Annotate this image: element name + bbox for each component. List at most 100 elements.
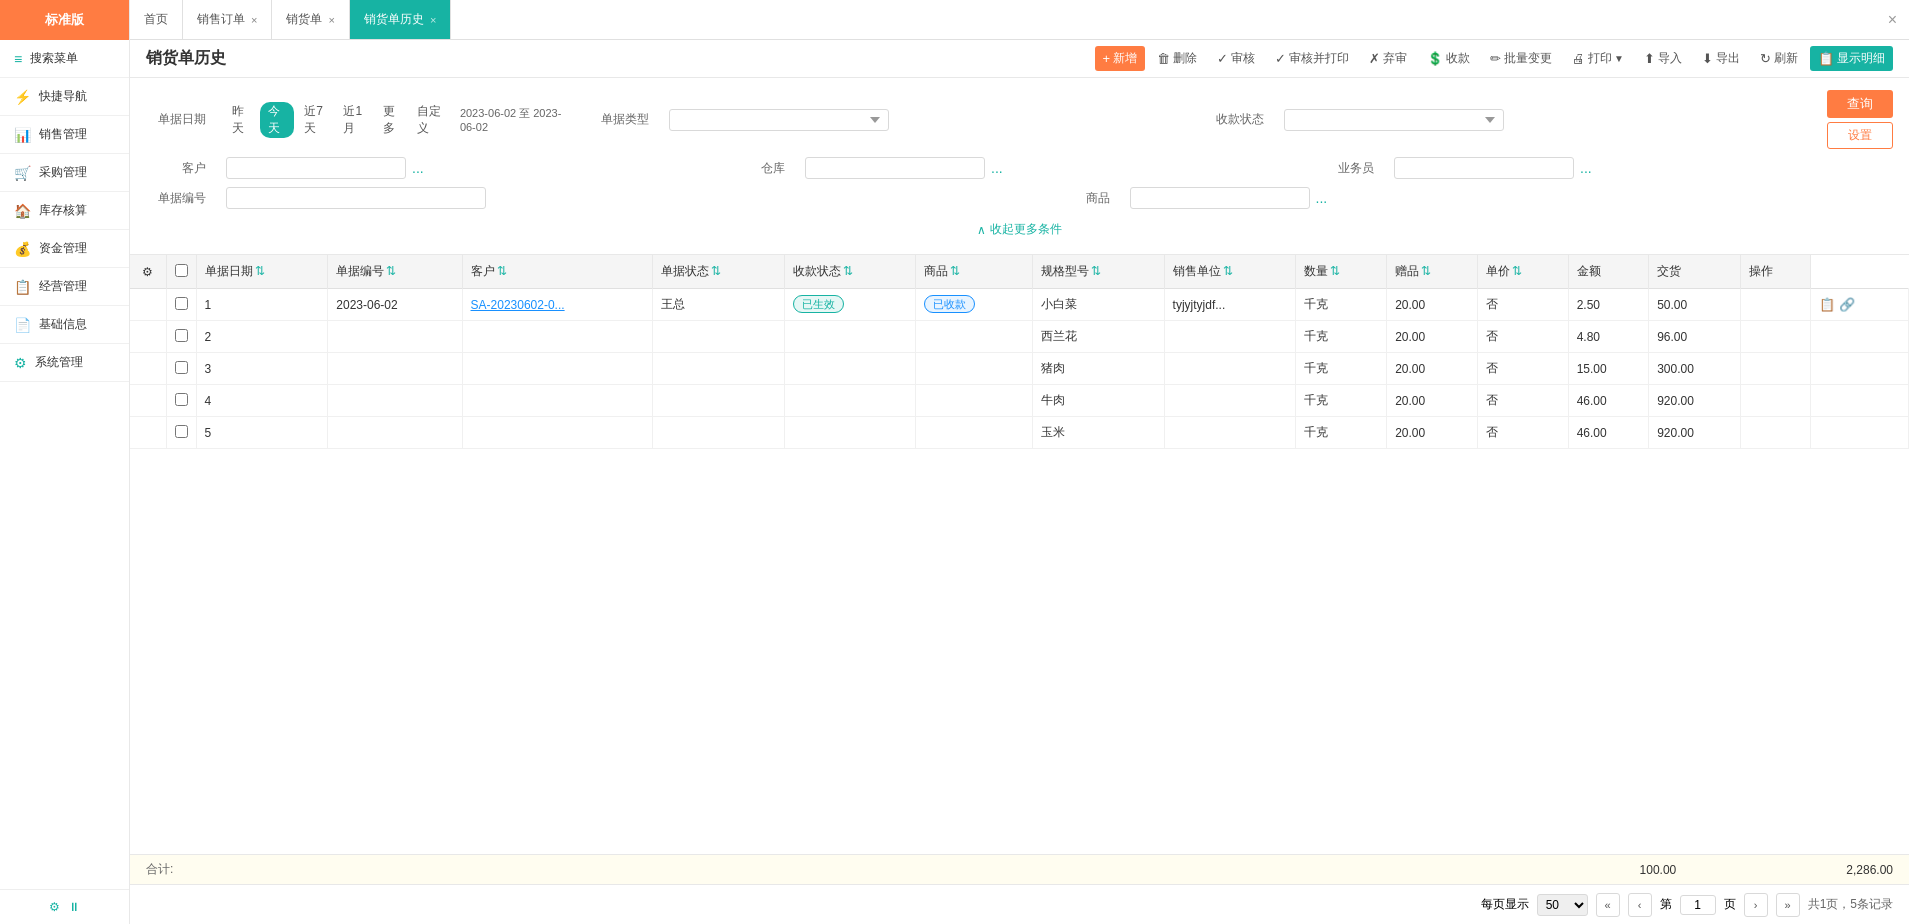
page-input[interactable]	[1680, 895, 1716, 915]
row-unit: 千克	[1296, 321, 1387, 353]
row-payment-status	[916, 321, 1032, 353]
table-row: 4牛肉千克20.00否46.00920.00	[130, 385, 1909, 417]
batch-change-button[interactable]: ✏ 批量变更	[1482, 46, 1560, 71]
tab-home[interactable]: 首页	[130, 0, 183, 39]
import-button[interactable]: ⬆ 导入	[1636, 46, 1690, 71]
delete-button[interactable]: 🗑 删除	[1149, 46, 1205, 71]
sidebar-bottom-icon1[interactable]: ⚙	[49, 900, 60, 914]
sidebar-item-inventory-calc[interactable]: 🏠 库存核算	[0, 192, 129, 230]
warehouse-dots-button[interactable]: ...	[991, 160, 1003, 176]
op2-button[interactable]: 🔗	[1839, 297, 1855, 312]
add-button[interactable]: + 新增	[1095, 46, 1146, 71]
custom-btn[interactable]: 自定义	[411, 102, 450, 138]
row-doc-no[interactable]	[462, 385, 652, 417]
th-doc-no[interactable]: 单据编号⇅	[328, 255, 462, 289]
toolbar-buttons: + 新增 🗑 删除 ✓ 审核 ✓ 审核并打印 ✗ 弃审 💲 收款	[1095, 46, 1894, 71]
audit-button[interactable]: ✓ 审核	[1209, 46, 1263, 71]
product-input[interactable]	[1130, 187, 1310, 209]
row-doc-no[interactable]: SA-20230602-0...	[462, 289, 652, 321]
doc-no-label: 单据编号	[146, 190, 206, 207]
sidebar-item-sales-mgmt[interactable]: 📊 销售管理	[0, 116, 129, 154]
salesperson-input[interactable]	[1394, 157, 1574, 179]
sidebar-bottom-icon2[interactable]: ⏸	[68, 900, 80, 914]
sidebar-item-quick-nav[interactable]: ⚡ 快捷导航	[0, 78, 129, 116]
tab-sales-delivery[interactable]: 销货单 ×	[272, 0, 349, 39]
last-page-button[interactable]: »	[1776, 893, 1800, 917]
collapse-button[interactable]: ∧ 收起更多条件	[146, 217, 1893, 242]
row-doc-no[interactable]	[462, 321, 652, 353]
last1month-btn[interactable]: 近1月	[337, 102, 372, 138]
warehouse-input[interactable]	[805, 157, 985, 179]
tab-close-all-button[interactable]: ×	[1876, 11, 1909, 29]
yesterday-btn[interactable]: 昨天	[226, 102, 256, 138]
filter-area: 单据日期 昨天 今天 近7天 近1月 更多 自定义 2023-06-02 至 2…	[130, 78, 1909, 255]
abandon-button[interactable]: ✗ 弃审	[1361, 46, 1415, 71]
row-checkbox-4[interactable]	[175, 425, 188, 438]
row-no: 3	[196, 353, 328, 385]
tab-sales-order-close[interactable]: ×	[251, 14, 257, 26]
next-page-button[interactable]: ›	[1744, 893, 1768, 917]
sidebar-item-label: 经营管理	[39, 278, 87, 295]
tab-sales-order[interactable]: 销售订单 ×	[183, 0, 272, 39]
audit-print-button[interactable]: ✓ 审核并打印	[1267, 46, 1357, 71]
th-unit[interactable]: 销售单位⇅	[1164, 255, 1296, 289]
per-page-select[interactable]: 10 20 50 100	[1537, 894, 1588, 916]
first-page-button[interactable]: «	[1596, 893, 1620, 917]
sidebar-item-basic-info[interactable]: 📄 基础信息	[0, 306, 129, 344]
th-doc-date[interactable]: 单据日期⇅	[196, 255, 328, 289]
th-unit-price[interactable]: 单价⇅	[1477, 255, 1568, 289]
query-button[interactable]: 查询	[1827, 90, 1893, 118]
prev-page-button[interactable]: ‹	[1628, 893, 1652, 917]
th-payment-status[interactable]: 收款状态⇅	[784, 255, 916, 289]
last7days-btn[interactable]: 近7天	[298, 102, 333, 138]
row-doc-no-link[interactable]: SA-20230602-0...	[471, 298, 565, 312]
set-button[interactable]: 设置	[1827, 122, 1893, 149]
customer-input[interactable]	[226, 157, 406, 179]
row-gear	[130, 385, 166, 417]
refresh-button[interactable]: ↻ 刷新	[1752, 46, 1806, 71]
th-doc-status[interactable]: 单据状态⇅	[652, 255, 784, 289]
row-checkbox[interactable]	[166, 417, 196, 449]
row-checkbox[interactable]	[166, 321, 196, 353]
th-quantity[interactable]: 数量⇅	[1296, 255, 1387, 289]
print-button[interactable]: 🖨 打印 ▼	[1564, 46, 1632, 71]
th-product[interactable]: 商品⇅	[916, 255, 1032, 289]
row-checkbox[interactable]	[166, 353, 196, 385]
row-doc-no[interactable]	[462, 417, 652, 449]
th-customer[interactable]: 客户⇅	[462, 255, 652, 289]
tab-sales-delivery-close[interactable]: ×	[328, 14, 334, 26]
row-checkbox-1[interactable]	[175, 329, 188, 342]
row-checkbox[interactable]	[166, 289, 196, 321]
sidebar-item-ops-mgmt[interactable]: 📋 经营管理	[0, 268, 129, 306]
row-transaction	[1741, 289, 1811, 321]
th-spec[interactable]: 规格型号⇅	[1032, 255, 1164, 289]
row-checkbox-3[interactable]	[175, 393, 188, 406]
sidebar-item-sys-mgmt[interactable]: ⚙ 系统管理	[0, 344, 129, 382]
th-gift[interactable]: 赠品⇅	[1387, 255, 1478, 289]
op1-button[interactable]: 📋	[1819, 297, 1835, 312]
pagination: 每页显示 10 20 50 100 « ‹ 第 页 › » 共1页，5条记录	[130, 884, 1909, 924]
show-details-button[interactable]: 📋 显示明细	[1810, 46, 1893, 71]
row-doc-no[interactable]	[462, 353, 652, 385]
more-btn[interactable]: 更多	[377, 102, 407, 138]
th-gear[interactable]: ⚙	[130, 255, 166, 289]
sidebar-item-finance-mgmt[interactable]: 💰 资金管理	[0, 230, 129, 268]
row-checkbox-2[interactable]	[175, 361, 188, 374]
doc-type-select[interactable]	[669, 109, 889, 131]
export-button[interactable]: ⬇ 导出	[1694, 46, 1748, 71]
collect-button[interactable]: 💲 收款	[1419, 46, 1478, 71]
customer-dots-button[interactable]: ...	[412, 160, 424, 176]
row-checkbox[interactable]	[166, 385, 196, 417]
salesperson-dots-button[interactable]: ...	[1580, 160, 1592, 176]
doc-no-input[interactable]	[226, 187, 486, 209]
tab-sales-history[interactable]: 销货单历史 ×	[350, 0, 451, 39]
sidebar-item-search-menu[interactable]: ≡ 搜索菜单	[0, 40, 129, 78]
select-all-checkbox[interactable]	[175, 264, 188, 277]
today-btn[interactable]: 今天	[260, 102, 294, 138]
sidebar-item-purchase-mgmt[interactable]: 🛒 采购管理	[0, 154, 129, 192]
tab-sales-history-close[interactable]: ×	[430, 14, 436, 26]
row-customer	[652, 385, 784, 417]
product-dots-button[interactable]: ...	[1316, 190, 1328, 206]
row-checkbox-0[interactable]	[175, 297, 188, 310]
payment-status-select[interactable]	[1284, 109, 1504, 131]
